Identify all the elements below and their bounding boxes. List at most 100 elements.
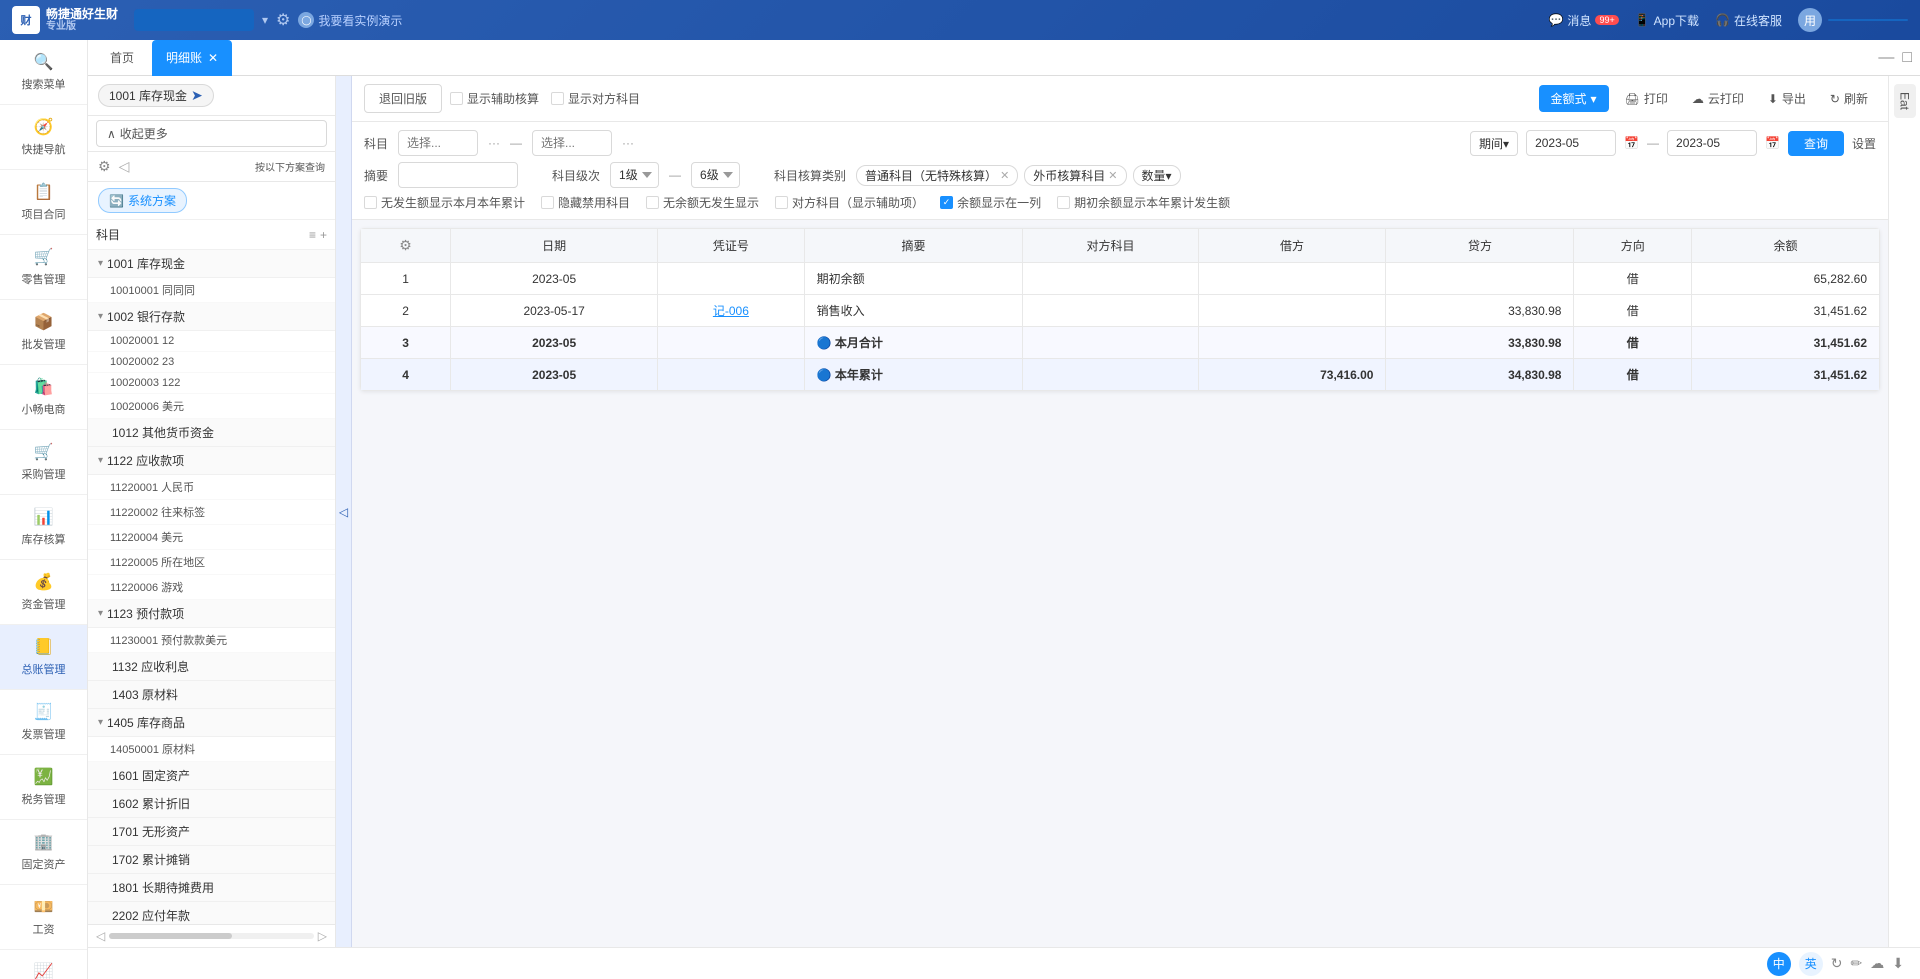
checkbox-4[interactable]: ✓余额显示在一列	[940, 194, 1041, 211]
period-end-input[interactable]: 2023-05	[1667, 130, 1757, 156]
right-panel-label[interactable]: Eat	[1894, 84, 1916, 118]
online-service-btn[interactable]: 🎧 在线客服	[1715, 12, 1782, 29]
account-item-10020006[interactable]: 10020006 美元	[88, 394, 335, 419]
account-group-header-1403[interactable]: 1403 原材料	[88, 681, 335, 709]
account-item-10010001[interactable]: 10010001 同同同	[88, 278, 335, 303]
checkbox-input-0[interactable]	[364, 196, 377, 209]
more-btn[interactable]: ∧ 收起更多	[96, 120, 327, 147]
lang-switch-btn[interactable]: 中	[1767, 952, 1791, 976]
h-scroll-left[interactable]: ◁	[96, 929, 105, 943]
bottom-icon-2[interactable]: ✏	[1851, 955, 1863, 972]
account-group-header-1132[interactable]: 1132 应收利息	[88, 653, 335, 681]
account-item-11220002[interactable]: 11220002 往来标签	[88, 500, 335, 525]
account-group-header-2202[interactable]: 2202 应付年款	[88, 902, 335, 924]
account-item-10020002[interactable]: 10020002 23	[88, 352, 335, 373]
checkbox-0[interactable]: 无发生额显示本月本年累计	[364, 194, 525, 211]
account-group-header-1002[interactable]: ▾1002 银行存款	[88, 303, 335, 331]
query-btn[interactable]: 查询	[1788, 131, 1844, 156]
account-group-header-1701[interactable]: 1701 无形资产	[88, 818, 335, 846]
account-item-11220005[interactable]: 11220005 所在地区	[88, 550, 335, 575]
style-btn[interactable]: 金额式 ▾	[1539, 85, 1609, 112]
sidebar-item-总账管理[interactable]: 📒总账管理	[0, 625, 87, 690]
accounts-list-icon[interactable]: ≡	[309, 228, 316, 242]
summary-input[interactable]	[398, 162, 518, 188]
account-group-1012[interactable]: 1012 其他货币资金	[88, 419, 335, 447]
checkbox-input-5[interactable]	[1057, 196, 1070, 209]
account-item-11220001[interactable]: 11220001 人民币	[88, 475, 335, 500]
sidebar-item-搜索菜单[interactable]: 🔍搜索菜单	[0, 40, 87, 105]
h-scroll-track[interactable]	[109, 933, 314, 939]
sidebar-item-资金管理[interactable]: 💰资金管理	[0, 560, 87, 625]
sidebar-item-项目合同[interactable]: 📋项目合同	[0, 170, 87, 235]
account-group-1002[interactable]: ▾1002 银行存款10020001 1210020002 2310020003…	[88, 303, 335, 419]
checkbox-3[interactable]: 对方科目（显示辅助项）	[775, 194, 924, 211]
sidebar-item-快捷导航[interactable]: 🧭快捷导航	[0, 105, 87, 170]
system-scheme-btn[interactable]: 🔄 系统方案	[98, 188, 187, 213]
account-group-header-1602[interactable]: 1602 累计折旧	[88, 790, 335, 818]
tab-home[interactable]: 首页	[96, 40, 148, 76]
period-cal-icon-2[interactable]: 📅	[1765, 136, 1780, 150]
account-group-header-1123[interactable]: ▾1123 预付款项	[88, 600, 335, 628]
tag-close-0[interactable]: ✕	[1000, 169, 1009, 182]
lang-en-btn[interactable]: 英	[1799, 952, 1823, 976]
account-group-1601[interactable]: 1601 固定资产	[88, 762, 335, 790]
account-group-header-1702[interactable]: 1702 累计摊销	[88, 846, 335, 874]
level-end-select[interactable]: 6级1级2级	[691, 162, 740, 188]
account-item-10020001[interactable]: 10020001 12	[88, 331, 335, 352]
checkbox-2[interactable]: 无余额无发生显示	[646, 194, 759, 211]
account-item-10020003[interactable]: 10020003 122	[88, 373, 335, 394]
tab-maximize-icon[interactable]: □	[1902, 49, 1912, 67]
sidebar-item-采购管理[interactable]: 🛒采购管理	[0, 430, 87, 495]
account-item-14050001[interactable]: 14050001 原材料	[88, 737, 335, 762]
tab-minimize-icon[interactable]: —	[1878, 49, 1894, 67]
cloud-print-btn[interactable]: ☁ 云打印	[1684, 86, 1752, 111]
account-group-header-1601[interactable]: 1601 固定资产	[88, 762, 335, 790]
back-old-version-btn[interactable]: 退回旧版	[364, 84, 442, 113]
show-aux-calc-check[interactable]: 显示辅助核算	[450, 90, 539, 107]
accounts-add-icon[interactable]: +	[320, 228, 327, 242]
sidebar-item-小畅电商[interactable]: 🛍️小畅电商	[0, 365, 87, 430]
account-group-1132[interactable]: 1132 应收利息	[88, 653, 335, 681]
account-item-11220006[interactable]: 11220006 游戏	[88, 575, 335, 600]
print-btn[interactable]: 🖨 打印	[1617, 86, 1676, 111]
message-btn[interactable]: 💬 消息 99+	[1548, 12, 1618, 29]
tag-close-1[interactable]: ✕	[1108, 169, 1117, 182]
account-group-header-1012[interactable]: 1012 其他货币资金	[88, 419, 335, 447]
account-item-11220004[interactable]: 11220004 美元	[88, 525, 335, 550]
sidebar-item-税务管理[interactable]: 💹税务管理	[0, 755, 87, 820]
user-info[interactable]: 用	[1798, 8, 1908, 32]
table-settings-icon[interactable]: ⚙	[399, 237, 412, 253]
account-group-header-1122[interactable]: ▾1122 应收款项	[88, 447, 335, 475]
tab-ledger[interactable]: 明细账 ✕	[152, 40, 232, 76]
filter-scheme-settings-icon[interactable]: ⚙	[98, 158, 111, 175]
checkbox-input-1[interactable]	[541, 196, 554, 209]
account-group-1123[interactable]: ▾1123 预付款项11230001 预付款款美元	[88, 600, 335, 653]
show-contra-checkbox[interactable]	[551, 92, 564, 105]
filter-panel-collapse-icon[interactable]: ◁	[119, 158, 130, 175]
company-dropdown-icon[interactable]: ▾	[262, 13, 268, 27]
show-aux-calc-checkbox[interactable]	[450, 92, 463, 105]
sidebar-item-经营管理[interactable]: 📈经营管理	[0, 950, 87, 979]
account-item-11230001[interactable]: 11230001 预付款款美元	[88, 628, 335, 653]
account-group-header-1405[interactable]: ▾1405 库存商品	[88, 709, 335, 737]
bottom-icon-3[interactable]: ☁	[1870, 955, 1884, 972]
sidebar-item-库存核算[interactable]: 📊库存核算	[0, 495, 87, 560]
subject-input-2[interactable]	[532, 130, 612, 156]
account-group-1122[interactable]: ▾1122 应收款项11220001 人民币11220002 往来标签11220…	[88, 447, 335, 600]
bottom-icon-1[interactable]: ↻	[1831, 955, 1843, 972]
checkbox-5[interactable]: 期初余额显示本年累计发生额	[1057, 194, 1230, 211]
h-scroll-right[interactable]: ▷	[318, 929, 327, 943]
checkbox-1[interactable]: 隐藏禁用科目	[541, 194, 630, 211]
panel-collapse-btn[interactable]: ◁	[336, 76, 352, 947]
sidebar-item-发票管理[interactable]: 🧾发票管理	[0, 690, 87, 755]
account-group-1403[interactable]: 1403 原材料	[88, 681, 335, 709]
period-start-input[interactable]: 2023-05	[1526, 130, 1616, 156]
period-cal-icon-1[interactable]: 📅	[1624, 136, 1639, 150]
settings-btn-filter[interactable]: 设置	[1852, 135, 1876, 152]
subject-input-1[interactable]	[398, 130, 478, 156]
account-group-1801[interactable]: 1801 长期待摊费用	[88, 874, 335, 902]
account-group-1001[interactable]: ▾1001 库存现金10010001 同同同	[88, 250, 335, 303]
table-header-0[interactable]: ⚙	[361, 229, 451, 263]
account-group-1405[interactable]: ▾1405 库存商品14050001 原材料	[88, 709, 335, 762]
account-group-header-1001[interactable]: ▾1001 库存现金	[88, 250, 335, 278]
